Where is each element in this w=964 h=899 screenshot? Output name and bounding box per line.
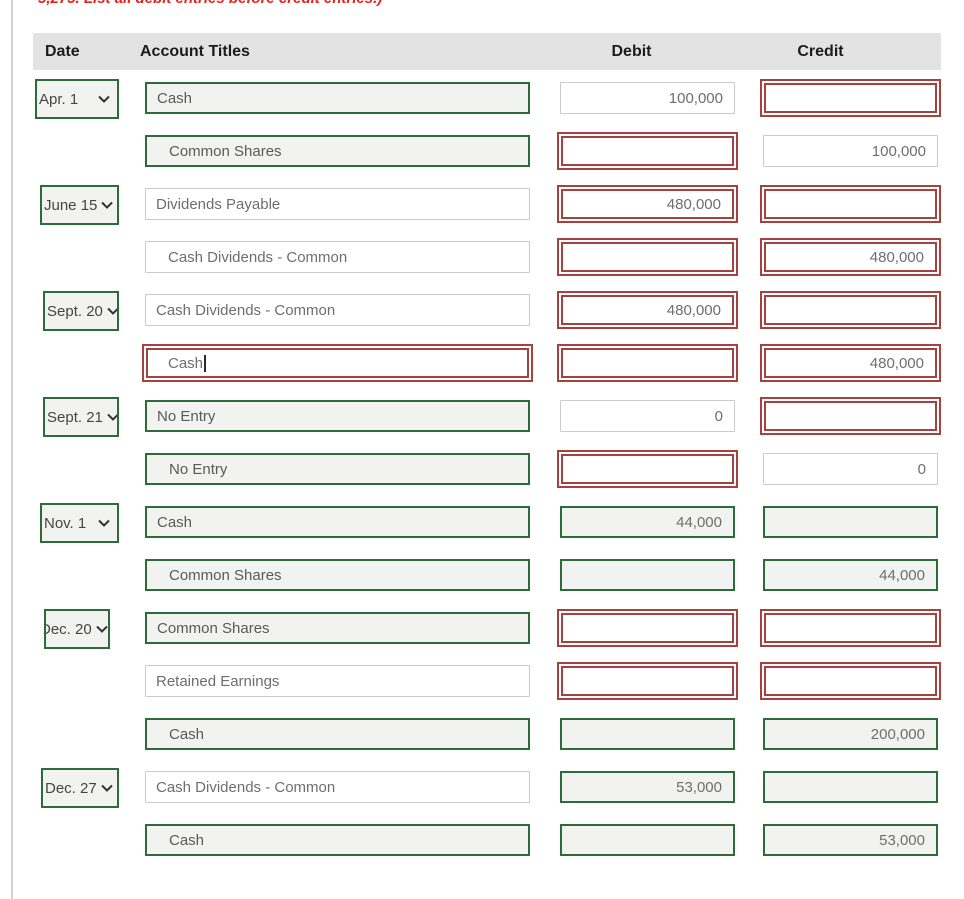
- table-row: June 15 Dividends Payable 480,000: [33, 185, 941, 225]
- chevron-down-icon: [98, 519, 110, 527]
- credit-input[interactable]: [760, 397, 941, 435]
- chevron-down-icon: [107, 413, 117, 421]
- date-select[interactable]: Sept. 20: [43, 291, 119, 331]
- debit-input[interactable]: [557, 609, 738, 647]
- table-row: No Entry 0: [33, 450, 941, 488]
- chevron-down-icon: [101, 201, 114, 209]
- table-row: Retained Earnings: [33, 662, 941, 700]
- credit-input[interactable]: [760, 662, 941, 700]
- text-cursor: [204, 354, 206, 372]
- date-select-value: Dec. 27: [45, 779, 97, 797]
- credit-input[interactable]: [760, 79, 941, 117]
- table-row: Cash 200,000: [33, 718, 941, 750]
- credit-input[interactable]: 100,000: [763, 135, 938, 167]
- credit-input[interactable]: [760, 185, 941, 223]
- date-select[interactable]: Sept. 21: [43, 397, 119, 437]
- account-input[interactable]: Cash: [145, 718, 530, 750]
- account-input[interactable]: No Entry: [145, 400, 530, 432]
- date-select-value: Apr. 1: [39, 90, 79, 108]
- account-input[interactable]: Cash: [145, 506, 530, 538]
- credit-input[interactable]: [760, 609, 941, 647]
- table-row: Sept. 20 Cash Dividends - Common 480,000: [33, 291, 941, 331]
- date-select[interactable]: Nov. 1: [40, 503, 119, 543]
- account-input[interactable]: Common Shares: [145, 612, 530, 644]
- debit-input[interactable]: [557, 450, 738, 488]
- credit-input[interactable]: 53,000: [763, 824, 938, 856]
- journal-entry-page: { "note": "5,275. List all debit entries…: [0, 0, 964, 899]
- header-date: Date: [45, 42, 80, 60]
- debit-input[interactable]: 0: [560, 400, 735, 432]
- account-input[interactable]: Cash: [145, 824, 530, 856]
- credit-input[interactable]: 480,000: [760, 238, 941, 276]
- account-input[interactable]: Common Shares: [145, 559, 530, 591]
- date-select-value: Sept. 20: [47, 302, 103, 320]
- chevron-down-icon: [98, 95, 110, 103]
- account-input[interactable]: Common Shares: [145, 135, 530, 167]
- credit-input[interactable]: [763, 771, 938, 803]
- account-input[interactable]: Cash Dividends - Common: [145, 241, 530, 273]
- chevron-down-icon: [100, 784, 113, 792]
- date-select-value: June 15: [44, 196, 98, 214]
- table-row: Cash 480,000: [33, 344, 941, 382]
- credit-input[interactable]: [760, 291, 941, 329]
- table-row: Nov. 1 Cash 44,000: [33, 503, 941, 543]
- table-row: Dec. 27 Cash Dividends - Common 53,000: [33, 768, 941, 808]
- account-input[interactable]: Cash: [145, 82, 530, 114]
- debit-input[interactable]: [557, 662, 738, 700]
- table-row: Dec. 20 Common Shares: [33, 609, 941, 649]
- account-input[interactable]: Cash Dividends - Common: [145, 771, 530, 803]
- date-select[interactable]: Apr. 1: [35, 79, 119, 119]
- table-row: Common Shares 44,000: [33, 559, 941, 591]
- header-credit: Credit: [797, 42, 844, 60]
- date-select[interactable]: Dec. 27: [41, 768, 119, 808]
- table-row: Cash 53,000: [33, 824, 941, 856]
- date-select[interactable]: June 15: [40, 185, 119, 225]
- debit-input[interactable]: [557, 238, 738, 276]
- debit-input[interactable]: 100,000: [560, 82, 735, 114]
- debit-input[interactable]: [560, 559, 735, 591]
- account-input[interactable]: Retained Earnings: [145, 665, 530, 697]
- debit-input[interactable]: [560, 824, 735, 856]
- header-debit: Debit: [611, 42, 652, 60]
- table-row: Common Shares 100,000: [33, 132, 941, 170]
- credit-input[interactable]: 0: [763, 453, 938, 485]
- panel-left-border: [11, 0, 13, 899]
- account-input[interactable]: No Entry: [145, 453, 530, 485]
- account-input[interactable]: Cash Dividends - Common: [145, 294, 530, 326]
- header-row: Date Account Titles Debit Credit: [33, 33, 941, 70]
- credit-input[interactable]: 200,000: [763, 718, 938, 750]
- credit-input[interactable]: [763, 506, 938, 538]
- debit-input[interactable]: 480,000: [557, 185, 738, 223]
- debit-input[interactable]: 53,000: [560, 771, 735, 803]
- debit-input[interactable]: 480,000: [557, 291, 738, 329]
- debit-input[interactable]: 44,000: [560, 506, 735, 538]
- table-row: Sept. 21 No Entry 0: [33, 397, 941, 437]
- chevron-down-icon: [95, 625, 108, 633]
- credit-input[interactable]: 44,000: [763, 559, 938, 591]
- date-select[interactable]: Dec. 20: [44, 609, 110, 649]
- debit-input[interactable]: [560, 718, 735, 750]
- account-input-focused[interactable]: Cash: [142, 344, 533, 382]
- account-input[interactable]: Dividends Payable: [145, 188, 530, 220]
- table-row: Cash Dividends - Common 480,000: [33, 238, 941, 276]
- date-select-value: Dec. 20: [44, 620, 92, 638]
- date-select-value: Nov. 1: [44, 514, 87, 532]
- date-select-value: Sept. 21: [47, 408, 103, 426]
- debit-input[interactable]: [557, 132, 738, 170]
- debit-input[interactable]: [557, 344, 738, 382]
- credit-input[interactable]: 480,000: [760, 344, 941, 382]
- chevron-down-icon: [107, 307, 117, 315]
- header-account-titles: Account Titles: [140, 42, 250, 60]
- table-row: Apr. 1 Cash 100,000: [33, 79, 941, 119]
- journal-table: Date Account Titles Debit Credit Apr. 1 …: [33, 33, 941, 877]
- instruction-note: 5,275. List all debit entries before cre…: [38, 0, 382, 7]
